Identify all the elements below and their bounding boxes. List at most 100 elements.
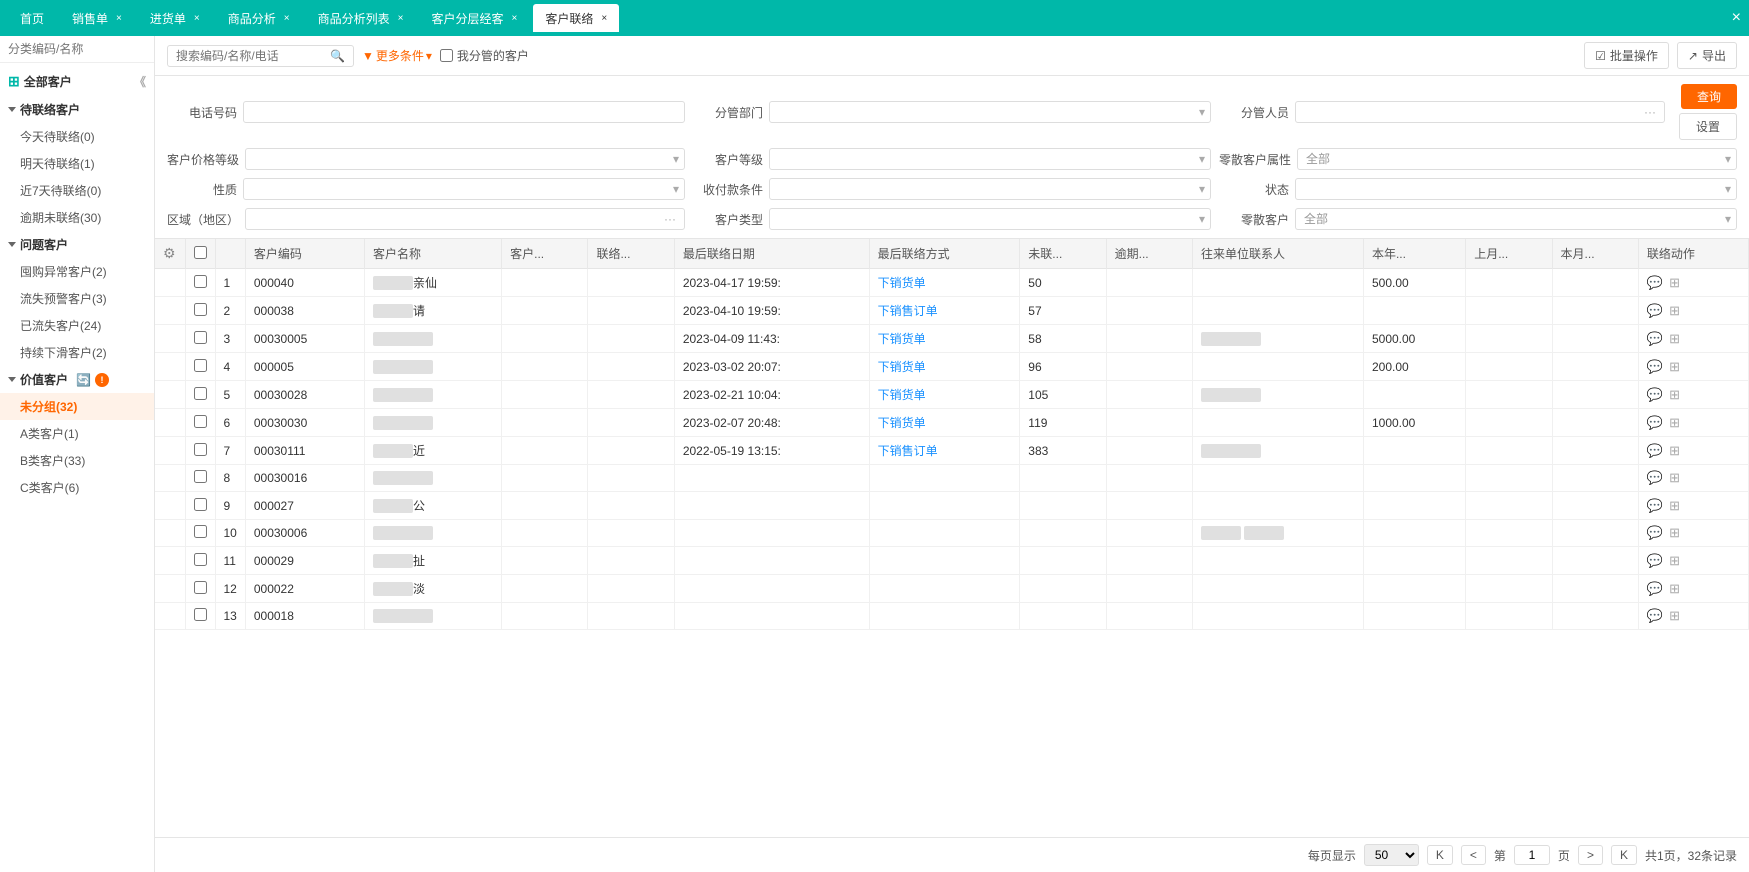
contact-icon[interactable]: 💬 bbox=[1647, 387, 1663, 403]
sidebar-item-week-pending[interactable]: 近7天待联络(0) bbox=[0, 177, 154, 204]
sidebar-item-ungrouped[interactable]: 未分组(32) bbox=[0, 393, 154, 420]
all-customers-header[interactable]: ⊞ 全部客户 《 bbox=[0, 67, 154, 96]
tab-customer-segment-close[interactable]: × bbox=[511, 13, 517, 24]
filter-select-scatter-attr[interactable]: 全部 bbox=[1297, 148, 1737, 170]
grid-action-icon[interactable]: ⊞ bbox=[1669, 303, 1680, 319]
tab-customer-contact-close[interactable]: × bbox=[601, 13, 607, 24]
settings-icon[interactable]: ⚙ bbox=[163, 245, 176, 261]
contact-icon[interactable]: 💬 bbox=[1647, 498, 1663, 514]
contact-icon[interactable]: 💬 bbox=[1647, 608, 1663, 624]
contact-icon[interactable]: 💬 bbox=[1647, 443, 1663, 459]
row-checkbox[interactable] bbox=[194, 470, 207, 483]
col-settings[interactable]: ⚙ bbox=[155, 239, 185, 269]
last-contact-way-link[interactable]: 下销货单 bbox=[878, 416, 926, 430]
problem-customer-header[interactable]: 问题客户 bbox=[0, 231, 154, 258]
tab-sales-close[interactable]: × bbox=[116, 13, 122, 24]
last-page-btn[interactable]: K bbox=[1611, 845, 1637, 865]
search-icon[interactable]: 🔍 bbox=[330, 49, 345, 63]
filter-select-scatter-customer[interactable]: 全部 bbox=[1295, 208, 1737, 230]
refresh-icon[interactable]: 🔄 bbox=[76, 373, 91, 387]
grid-action-icon[interactable]: ⊞ bbox=[1669, 553, 1680, 569]
sidebar-item-churned[interactable]: 已流失客户(24) bbox=[0, 312, 154, 339]
grid-action-icon[interactable]: ⊞ bbox=[1669, 331, 1680, 347]
row-checkbox[interactable] bbox=[194, 525, 207, 538]
contact-icon[interactable]: 💬 bbox=[1647, 415, 1663, 431]
more-conditions-btn[interactable]: ▼ 更多条件 ▾ bbox=[362, 47, 432, 64]
last-contact-way-link[interactable]: 下销货单 bbox=[878, 332, 926, 346]
grid-action-icon[interactable]: ⊞ bbox=[1669, 581, 1680, 597]
page-input[interactable] bbox=[1514, 845, 1550, 865]
tab-home[interactable]: 首页 bbox=[8, 4, 56, 32]
row-checkbox[interactable] bbox=[194, 553, 207, 566]
last-contact-way-link[interactable]: 下销货单 bbox=[878, 388, 926, 402]
filter-select-dept[interactable] bbox=[769, 101, 1211, 123]
last-contact-way-link[interactable]: 下销货单 bbox=[878, 276, 926, 290]
row-checkbox[interactable] bbox=[194, 331, 207, 344]
last-contact-way-link[interactable]: 下销售订单 bbox=[878, 444, 938, 458]
filter-select-payment[interactable] bbox=[769, 178, 1211, 200]
filter-select-price-level[interactable] bbox=[245, 148, 685, 170]
grid-action-icon[interactable]: ⊞ bbox=[1669, 275, 1680, 291]
contact-icon[interactable]: 💬 bbox=[1647, 581, 1663, 597]
contact-icon[interactable]: 💬 bbox=[1647, 331, 1663, 347]
row-checkbox[interactable] bbox=[194, 498, 207, 511]
grid-action-icon[interactable]: ⊞ bbox=[1669, 387, 1680, 403]
page-size-select[interactable]: 50 10 20 100 bbox=[1364, 844, 1419, 866]
filter-input-manager[interactable]: ··· bbox=[1295, 101, 1665, 123]
tab-sales[interactable]: 销售单 × bbox=[60, 4, 134, 32]
tab-purchase-close[interactable]: × bbox=[194, 13, 200, 24]
value-customer-header[interactable]: 价值客户 🔄 ! bbox=[0, 366, 154, 393]
filter-select-nature[interactable] bbox=[243, 178, 685, 200]
grid-action-icon[interactable]: ⊞ bbox=[1669, 359, 1680, 375]
row-checkbox[interactable] bbox=[194, 581, 207, 594]
last-contact-way-link[interactable]: 下销货单 bbox=[878, 360, 926, 374]
search-input[interactable] bbox=[176, 49, 326, 63]
pending-contact-header[interactable]: 待联络客户 bbox=[0, 96, 154, 123]
row-checkbox[interactable] bbox=[194, 443, 207, 456]
reset-btn[interactable]: 设置 bbox=[1679, 113, 1737, 140]
sidebar-item-class-b[interactable]: B类客户(33) bbox=[0, 447, 154, 474]
filter-input-phone[interactable] bbox=[243, 101, 685, 123]
select-all-checkbox[interactable] bbox=[194, 246, 207, 259]
next-page-btn[interactable]: > bbox=[1578, 845, 1603, 865]
sidebar-item-class-c[interactable]: C类客户(6) bbox=[0, 474, 154, 501]
batch-op-btn[interactable]: ☑ 批量操作 bbox=[1584, 42, 1669, 69]
prev-page-btn[interactable]: < bbox=[1461, 845, 1486, 865]
query-btn[interactable]: 查询 bbox=[1681, 84, 1737, 109]
sidebar-item-tomorrow-pending[interactable]: 明天待联络(1) bbox=[0, 150, 154, 177]
row-checkbox[interactable] bbox=[194, 359, 207, 372]
tab-product-analysis-close[interactable]: × bbox=[284, 13, 290, 24]
collapse-sidebar-btn[interactable]: 《 bbox=[134, 73, 146, 90]
tab-customer-contact[interactable]: 客户联络 × bbox=[533, 4, 619, 32]
sidebar-item-class-a[interactable]: A类客户(1) bbox=[0, 420, 154, 447]
first-page-btn[interactable]: K bbox=[1427, 845, 1453, 865]
tab-product-analysis-list-close[interactable]: × bbox=[398, 13, 404, 24]
row-checkbox[interactable] bbox=[194, 275, 207, 288]
grid-action-icon[interactable]: ⊞ bbox=[1669, 608, 1680, 624]
row-checkbox[interactable] bbox=[194, 608, 207, 621]
last-contact-way-link[interactable]: 下销售订单 bbox=[878, 304, 938, 318]
tab-purchase[interactable]: 进货单 × bbox=[138, 4, 212, 32]
export-btn[interactable]: ↗ 导出 bbox=[1677, 42, 1737, 69]
row-checkbox[interactable] bbox=[194, 415, 207, 428]
my-customers-checkbox[interactable] bbox=[440, 49, 453, 62]
sidebar-search-input[interactable] bbox=[8, 42, 155, 56]
sidebar-item-today-pending[interactable]: 今天待联络(0) bbox=[0, 123, 154, 150]
filter-select-status[interactable] bbox=[1295, 178, 1737, 200]
contact-icon[interactable]: 💬 bbox=[1647, 553, 1663, 569]
row-checkbox[interactable] bbox=[194, 303, 207, 316]
close-window-icon[interactable]: × bbox=[1732, 9, 1741, 27]
grid-action-icon[interactable]: ⊞ bbox=[1669, 415, 1680, 431]
filter-select-customer-level[interactable] bbox=[769, 148, 1211, 170]
sidebar-item-abnormal-purchase[interactable]: 囤购异常客户(2) bbox=[0, 258, 154, 285]
sidebar-item-declining[interactable]: 持续下滑客户(2) bbox=[0, 339, 154, 366]
grid-action-icon[interactable]: ⊞ bbox=[1669, 443, 1680, 459]
contact-icon[interactable]: 💬 bbox=[1647, 470, 1663, 486]
contact-icon[interactable]: 💬 bbox=[1647, 359, 1663, 375]
sidebar-item-churn-warning[interactable]: 流失预警客户(3) bbox=[0, 285, 154, 312]
filter-select-customer-type[interactable] bbox=[769, 208, 1211, 230]
tab-product-analysis-list[interactable]: 商品分析列表 × bbox=[306, 4, 416, 32]
contact-icon[interactable]: 💬 bbox=[1647, 275, 1663, 291]
tab-customer-segment[interactable]: 客户分层经客 × bbox=[419, 4, 529, 32]
row-checkbox[interactable] bbox=[194, 387, 207, 400]
